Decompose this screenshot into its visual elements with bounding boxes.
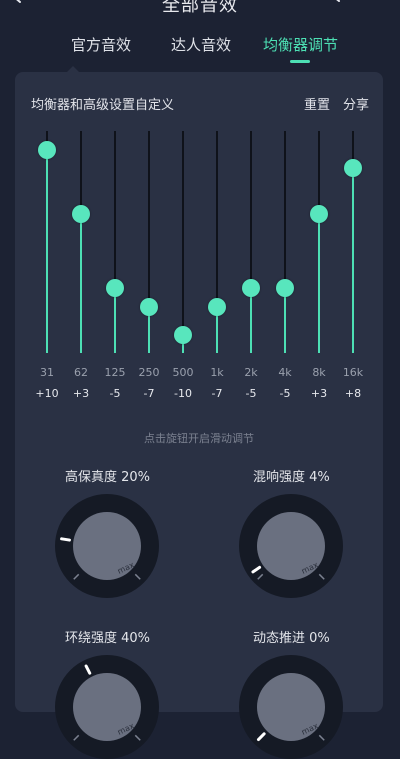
eq-slider-thumb[interactable]: [38, 140, 56, 159]
knob-min-tick: [73, 573, 80, 580]
eq-slider-fill: [80, 214, 82, 353]
tab-bar: 官方音效 达人音效 均衡器调节: [0, 30, 400, 66]
knob-indicator: [251, 565, 262, 574]
knob-max-tick: [318, 573, 325, 580]
knob-min-tick: [73, 734, 80, 741]
eq-gain-label: +8: [344, 387, 362, 400]
knob-dynamic-boost[interactable]: max: [239, 655, 343, 759]
eq-slider-thumb[interactable]: [106, 279, 124, 298]
knob-label-dynamic-boost: 动态推进 0%: [253, 631, 330, 646]
eq-band-8k: 8k +3: [302, 72, 336, 412]
knob-max-tick: [318, 734, 325, 741]
eq-band-16k: 16k +8: [336, 72, 370, 412]
search-icon[interactable]: [320, 0, 342, 10]
eq-slider-thumb[interactable]: [344, 159, 362, 177]
tab-equalizer[interactable]: 均衡器调节: [263, 34, 338, 55]
eq-slider-fill: [284, 288, 286, 353]
knob-label-fidelity: 高保真度 20%: [65, 470, 151, 485]
knob-min-tick: [257, 573, 264, 580]
knob-surround[interactable]: max: [55, 655, 159, 759]
eq-band-250: 250 -7: [132, 72, 166, 412]
knob-fidelity[interactable]: max: [55, 494, 159, 598]
knob-label-surround: 环绕强度 40%: [65, 631, 151, 646]
knob-indicator: [60, 537, 71, 542]
lightbulb-icon[interactable]: [356, 0, 376, 10]
eq-slider-thumb[interactable]: [208, 297, 226, 316]
equalizer-sliders: 31 +10 62 +3 125 -5 250 -7 500 -10 1k -7 2k -5 4k -5 8k +…: [15, 72, 383, 412]
eq-band-62: 62 +3: [64, 72, 98, 412]
eq-slider-thumb[interactable]: [310, 205, 328, 224]
knob-markings: max: [73, 664, 141, 741]
active-tab-indicator: [290, 60, 310, 63]
eq-slider-thumb[interactable]: [276, 279, 294, 298]
eq-slider-thumb[interactable]: [242, 279, 260, 298]
knob-markings: max: [251, 560, 325, 580]
tab-creator-effects[interactable]: 达人音效: [171, 34, 231, 55]
eq-slider-track[interactable]: [182, 131, 184, 353]
knob-max-tick: [134, 734, 141, 741]
knob-indicator: [84, 664, 92, 675]
eq-slider-thumb[interactable]: [72, 205, 90, 224]
eq-slider-thumb[interactable]: [140, 297, 158, 316]
eq-slider-fill: [318, 214, 320, 353]
equalizer-panel: 均衡器和高级设置自定义 重置 分享 31 +10 62 +3 125 -5 250 -7 500…: [15, 72, 383, 759]
knob-markings: max: [256, 721, 325, 742]
knob-markings: max: [60, 537, 141, 580]
eq-slider-fill: [352, 168, 354, 353]
eq-band-31: 31 +10: [30, 72, 64, 412]
eq-slider-fill: [46, 149, 48, 353]
eq-band-1k: 1k -7: [200, 72, 234, 412]
knob-reverb[interactable]: max: [239, 494, 343, 598]
knob-label-reverb: 混响强度 4%: [253, 470, 330, 485]
knob-hint: 点击旋钮开启滑动调节: [144, 432, 254, 445]
knob-indicator: [256, 732, 266, 742]
knob-max-label: max: [116, 721, 136, 737]
eq-band-125: 125 -5: [98, 72, 132, 412]
eq-slider-thumb[interactable]: [174, 325, 192, 344]
eq-frequency-label: 16k: [342, 366, 364, 379]
knob-max-label: max: [300, 560, 320, 576]
knob-max-label: max: [116, 560, 136, 576]
eq-slider-fill: [250, 288, 252, 353]
knob-max-label: max: [300, 721, 320, 737]
eq-band-500: 500 -10: [166, 72, 200, 412]
tab-official-effects[interactable]: 官方音效: [71, 34, 131, 55]
eq-slider-fill: [114, 288, 116, 353]
top-bar: 全部音效: [0, 0, 400, 20]
knob-max-tick: [134, 573, 141, 580]
eq-band-4k: 4k -5: [268, 72, 302, 412]
eq-band-2k: 2k -5: [234, 72, 268, 412]
